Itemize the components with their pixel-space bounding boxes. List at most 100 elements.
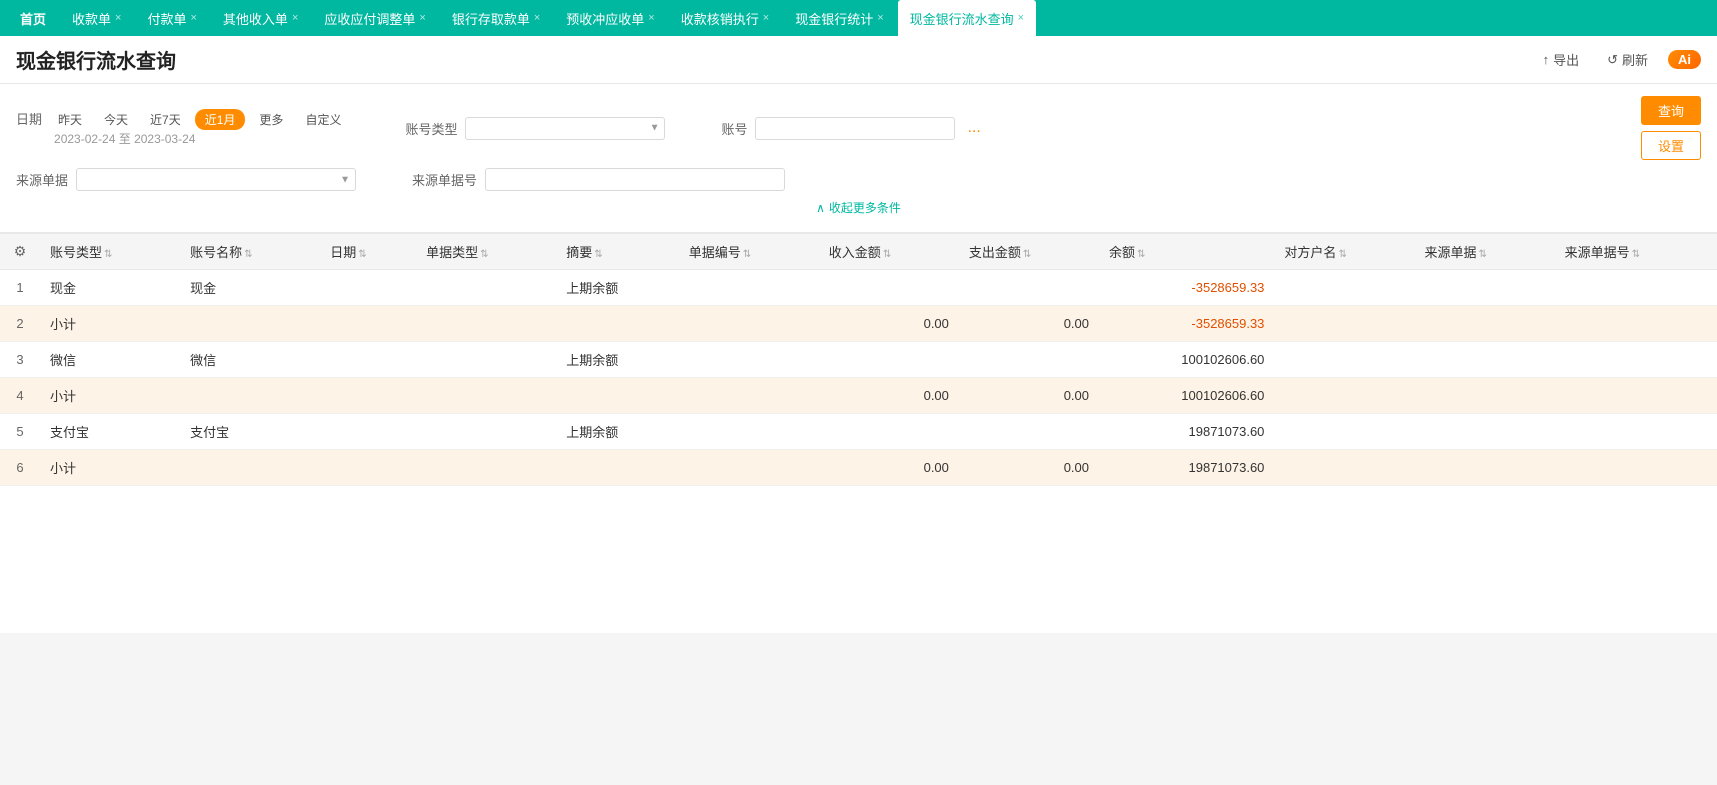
- sort-icon-income[interactable]: ⇅: [883, 249, 891, 260]
- source-doc-no-label: 来源单据号: [412, 170, 477, 189]
- table-body: 1现金现金上期余额-3528659.332小计0.000.00-3528659.…: [0, 270, 1717, 486]
- nav-tab-4[interactable]: 银行存取款单 ×: [440, 0, 552, 36]
- nav-tab-5[interactable]: 预收冲应收单×: [554, 0, 666, 36]
- td-doc_type-row0: [416, 270, 556, 306]
- td-doc_no-row3: [679, 378, 819, 414]
- th-source_doc_no[interactable]: 来源单据号⇅: [1555, 234, 1717, 270]
- date-shortcut-5[interactable]: 自定义: [297, 109, 349, 130]
- nav-tab-close-7[interactable]: ×: [877, 12, 883, 24]
- gear-icon[interactable]: ⚙: [14, 243, 27, 259]
- query-button[interactable]: 查询: [1641, 96, 1701, 125]
- th-label-account_name: 账号名称: [190, 245, 242, 260]
- source-doc-no-input[interactable]: [485, 168, 785, 191]
- date-range: 2023-02-24 至 2023-03-24: [54, 130, 349, 147]
- nav-tab-label-0: 收款单: [72, 9, 111, 28]
- td-gear-row3: 4: [0, 378, 40, 414]
- td-summary-row2: 上期余额: [556, 342, 678, 378]
- ai-badge[interactable]: Ai: [1668, 50, 1701, 69]
- sort-icon-account_type[interactable]: ⇅: [104, 249, 112, 260]
- nav-tab-0[interactable]: 收款单 ×: [60, 0, 133, 36]
- nav-tab-7[interactable]: 现金银行统计 ×: [783, 0, 895, 36]
- td-counterpart-row4: [1274, 414, 1414, 450]
- th-label-balance: 余额: [1109, 245, 1135, 260]
- settings-button[interactable]: 设置: [1641, 131, 1701, 160]
- td-counterpart-row5: [1274, 450, 1414, 486]
- td-income-row2: [819, 342, 959, 378]
- td-counterpart-row2: [1274, 342, 1414, 378]
- th-account_type[interactable]: 账号类型⇅: [40, 234, 180, 270]
- account-input[interactable]: [755, 117, 955, 140]
- date-shortcut-0[interactable]: 昨天: [50, 109, 90, 130]
- th-doc_no[interactable]: 单据编号⇅: [679, 234, 819, 270]
- nav-tab-3[interactable]: 应收应付调整单×: [312, 0, 437, 36]
- sort-icon-doc_no[interactable]: ⇅: [743, 249, 751, 260]
- refresh-button[interactable]: ↺ 刷新: [1599, 46, 1656, 73]
- td-income-row4: [819, 414, 959, 450]
- th-source_doc[interactable]: 来源单据⇅: [1415, 234, 1555, 270]
- sort-icon-balance[interactable]: ⇅: [1137, 249, 1145, 260]
- export-button[interactable]: ↑ 导出: [1535, 46, 1588, 73]
- sort-icon-summary[interactable]: ⇅: [594, 249, 602, 260]
- th-income[interactable]: 收入金额⇅: [819, 234, 959, 270]
- td-counterpart-row3: [1274, 378, 1414, 414]
- table-row: 2小计0.000.00-3528659.33: [0, 306, 1717, 342]
- nav-tab-label-2: 其他收入单: [223, 9, 288, 28]
- nav-tab-close-3[interactable]: ×: [419, 12, 425, 24]
- sort-icon-source_doc[interactable]: ⇅: [1479, 249, 1487, 260]
- sort-icon-date[interactable]: ⇅: [358, 249, 366, 260]
- th-gear[interactable]: ⚙: [0, 234, 40, 270]
- sort-icon-expense[interactable]: ⇅: [1023, 249, 1031, 260]
- nav-tab-6[interactable]: 收款核销执行×: [669, 0, 781, 36]
- th-date[interactable]: 日期⇅: [320, 234, 416, 270]
- dots-button[interactable]: ...: [963, 119, 984, 137]
- sort-icon-source_doc_no[interactable]: ⇅: [1632, 249, 1640, 260]
- td-account_name-row0: 现金: [180, 270, 320, 306]
- sort-icon-counterpart[interactable]: ⇅: [1338, 249, 1346, 260]
- td-doc_type-row4: [416, 414, 556, 450]
- nav-tab-close-8[interactable]: ×: [1018, 12, 1024, 24]
- nav-tab-label-4: 银行存取款单: [452, 9, 530, 28]
- td-doc_type-row1: [416, 306, 556, 342]
- th-summary[interactable]: 摘要⇅: [556, 234, 678, 270]
- nav-tab-label-7: 现金银行统计: [795, 9, 873, 28]
- td-doc_no-row5: [679, 450, 819, 486]
- account-type-filter: 账号类型 ▼: [405, 117, 665, 140]
- collapse-bar[interactable]: ∧ 收起更多条件: [16, 195, 1701, 220]
- export-icon: ↑: [1543, 52, 1550, 67]
- td-balance-row3: 100102606.60: [1099, 378, 1274, 414]
- nav-tab-close-4[interactable]: ×: [534, 12, 540, 24]
- th-expense[interactable]: 支出金额⇅: [959, 234, 1099, 270]
- th-doc_type[interactable]: 单据类型⇅: [416, 234, 556, 270]
- date-shortcut-4[interactable]: 更多: [251, 109, 291, 130]
- filter-row-1: 日期 昨天今天近7天近1月更多自定义 2023-02-24 至 2023-03-…: [16, 96, 1701, 160]
- source-doc-select[interactable]: [76, 168, 356, 191]
- account-type-select[interactable]: [465, 117, 665, 140]
- nav-tab-8[interactable]: 现金银行流水查询 ×: [898, 0, 1036, 36]
- nav-tab-label-8: 现金银行流水查询: [910, 9, 1014, 28]
- td-balance-row1: -3528659.33: [1099, 306, 1274, 342]
- nav-tab-1[interactable]: 付款单×: [135, 0, 208, 36]
- th-account_name[interactable]: 账号名称⇅: [180, 234, 320, 270]
- th-counterpart[interactable]: 对方户名⇅: [1274, 234, 1414, 270]
- nav-home[interactable]: 首页: [8, 0, 58, 36]
- td-gear-row0: 1: [0, 270, 40, 306]
- sort-icon-doc_type[interactable]: ⇅: [480, 249, 488, 260]
- table-row: 1现金现金上期余额-3528659.33: [0, 270, 1717, 306]
- nav-tab-2[interactable]: 其他收入单 ×: [211, 0, 310, 36]
- nav-tab-close-0[interactable]: ×: [115, 12, 121, 24]
- account-filter: 账号 ...: [721, 117, 984, 140]
- td-source_doc-row2: [1415, 342, 1555, 378]
- nav-tab-close-2[interactable]: ×: [292, 12, 298, 24]
- date-shortcut-2[interactable]: 近7天: [142, 109, 189, 130]
- nav-tab-close-1[interactable]: ×: [190, 12, 196, 24]
- sort-icon-account_name[interactable]: ⇅: [244, 249, 252, 260]
- nav-tab-close-6[interactable]: ×: [763, 12, 769, 24]
- td-income-row3: 0.00: [819, 378, 959, 414]
- date-shortcut-3[interactable]: 近1月: [195, 109, 246, 130]
- table-row: 5支付宝支付宝上期余额19871073.60: [0, 414, 1717, 450]
- nav-tab-close-5[interactable]: ×: [648, 12, 654, 24]
- filter-actions: 查询 设置: [1641, 96, 1701, 160]
- th-balance[interactable]: 余额⇅: [1099, 234, 1274, 270]
- td-summary-row4: 上期余额: [556, 414, 678, 450]
- date-shortcut-1[interactable]: 今天: [96, 109, 136, 130]
